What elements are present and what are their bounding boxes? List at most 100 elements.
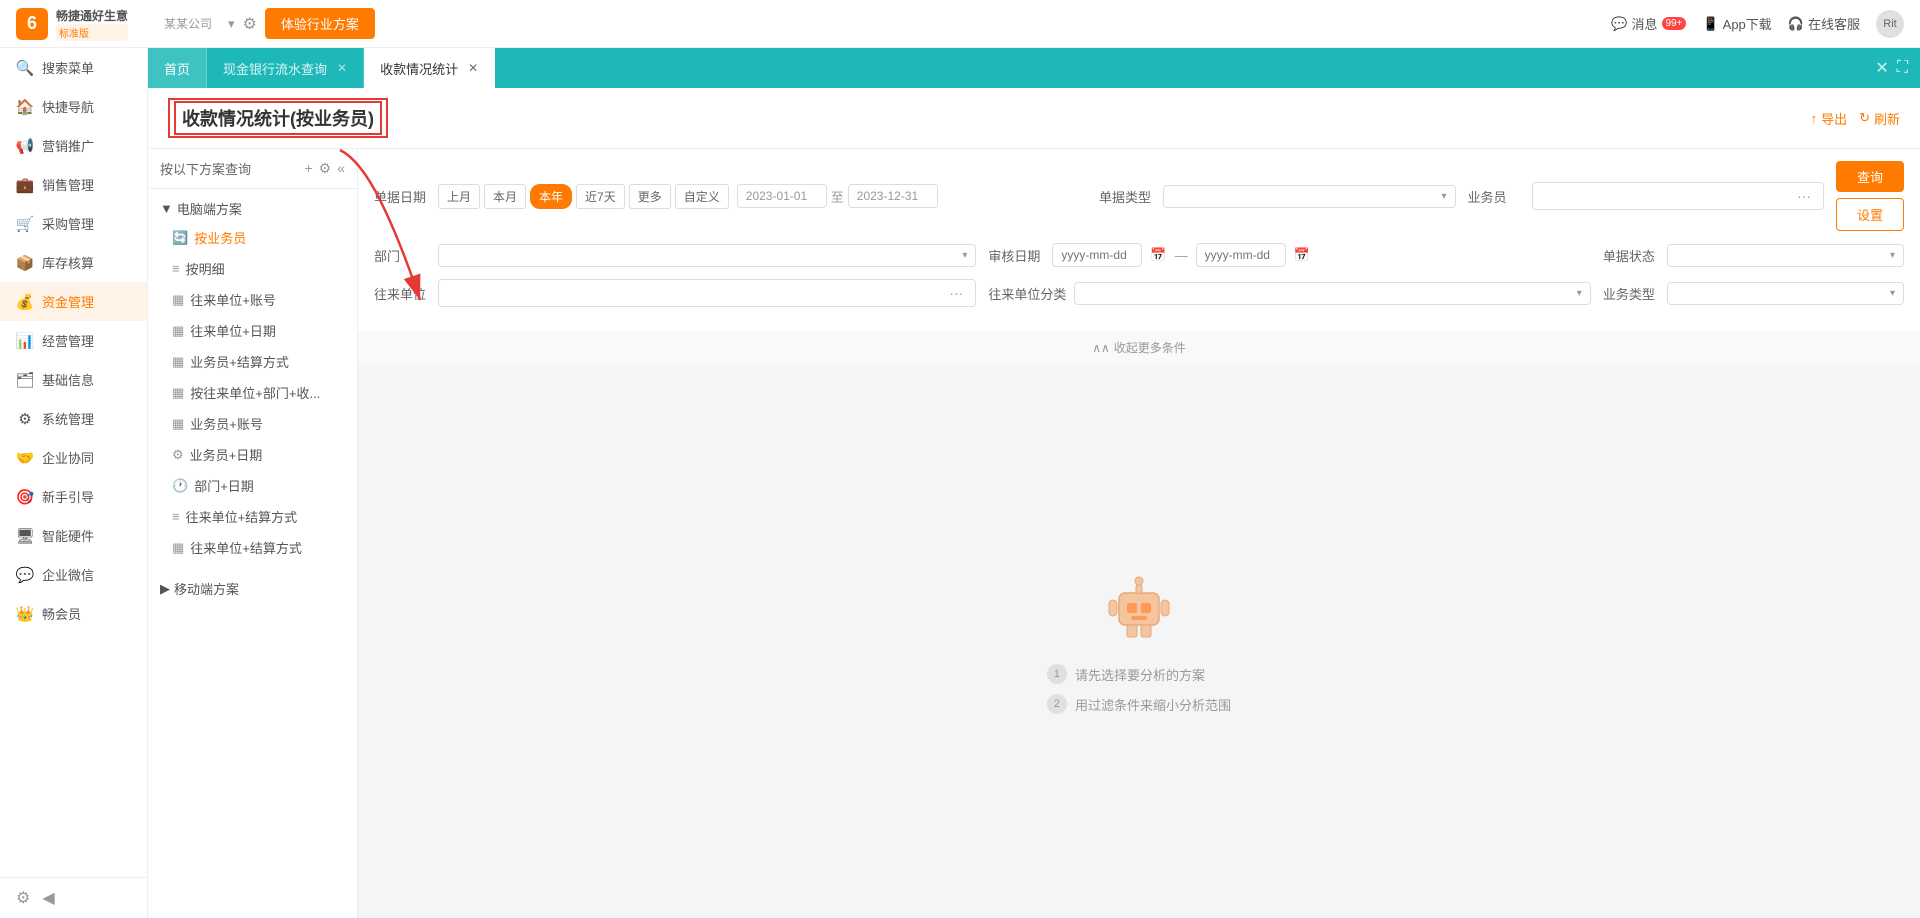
review-date-label: 审核日期 <box>988 246 1044 265</box>
user-avatar[interactable]: Rit <box>1876 10 1904 38</box>
empty-robot-icon <box>1099 568 1179 648</box>
maximize-window-btn[interactable]: ⛶ <box>1897 59 1908 77</box>
tab-cashflow[interactable]: 现金银行流水查询 ✕ <box>207 48 364 88</box>
scheme-group-desktop-title[interactable]: ▼ 电脑端方案 <box>148 195 357 222</box>
sidebar-item-member[interactable]: 👑 畅会员 <box>0 594 147 633</box>
tab-cashflow-close[interactable]: ✕ <box>337 61 347 75</box>
export-btn[interactable]: ↑ 导出 <box>1811 109 1848 128</box>
message-btn[interactable]: 💬 消息 99+ <box>1611 14 1686 33</box>
system-icon: ⚙ <box>16 410 34 428</box>
review-date-separator: — <box>1175 248 1188 263</box>
date-prev-month-btn[interactable]: 上月 <box>438 184 480 209</box>
scheme-item-partner-settle2[interactable]: ▦ 往来单位+结算方式 <box>148 532 357 563</box>
sidebar-item-guide[interactable]: 🎯 新手引导 <box>0 477 147 516</box>
scheme-item-label: 往来单位+账号 <box>190 290 276 309</box>
date-controls: 上月 本月 本年 近7天 更多 自定义 <box>438 184 729 209</box>
page-title-container: 收款情况统计(按业务员) <box>168 98 388 138</box>
doctype-select[interactable]: ▾ <box>1163 185 1456 208</box>
sidebar-item-inventory[interactable]: 📦 库存核算 <box>0 243 147 282</box>
sidebar-item-label: 经营管理 <box>42 331 94 350</box>
sidebar-item-sales[interactable]: 💼 销售管理 <box>0 165 147 204</box>
docstatus-select[interactable]: ▾ <box>1667 244 1904 267</box>
scheme-item-label: 业务员+日期 <box>190 445 263 464</box>
review-date-to[interactable] <box>1196 243 1286 267</box>
settings-query-btn[interactable]: 设置 <box>1836 198 1904 231</box>
date-custom-btn[interactable]: 自定义 <box>675 184 729 209</box>
dept-select[interactable]: ▾ <box>438 244 976 267</box>
scheme-item-detail[interactable]: ≡ 按明细 <box>148 253 357 284</box>
collapse-bar[interactable]: ∧∧ 收起更多条件 <box>358 331 1920 364</box>
sidebar-item-weixin[interactable]: 💬 企业微信 <box>0 555 147 594</box>
app-download-btn[interactable]: 📱 App下载 <box>1702 14 1771 33</box>
sidebar-item-label: 基础信息 <box>42 370 94 389</box>
close-window-btn[interactable]: ✕ <box>1875 58 1888 78</box>
header-breadcrumb: 某某公司 <box>164 15 212 32</box>
tab-home[interactable]: 首页 <box>148 48 207 88</box>
date-7days-btn[interactable]: 近7天 <box>576 184 625 209</box>
sidebar-collapse-btn[interactable]: ◀ <box>42 888 54 908</box>
sidebar-item-purchase[interactable]: 🛒 采购管理 <box>0 204 147 243</box>
scheme-item-salesperson-account[interactable]: ▦ 业务员+账号 <box>148 408 357 439</box>
marketing-icon: 📢 <box>16 137 34 155</box>
field-dept: 部门 ▾ <box>374 244 976 267</box>
trial-btn[interactable]: 体验行业方案 <box>265 8 375 39</box>
scheme-item-partner-dept[interactable]: ▦ 按往来单位+部门+收... <box>148 377 357 408</box>
sidebar-settings-btn[interactable]: ⚙ <box>16 888 30 908</box>
collapse-label: 收起更多条件 <box>1114 339 1186 356</box>
sidebar-item-hardware[interactable]: 🖥 智能硬件 <box>0 516 147 555</box>
date-cur-month-btn[interactable]: 本月 <box>484 184 526 209</box>
date-more-btn[interactable]: 更多 <box>629 184 671 209</box>
header-dropdown-icon[interactable]: ▾ <box>228 16 235 32</box>
scheme-add-btn[interactable]: + <box>304 160 312 177</box>
sidebar-item-system[interactable]: ⚙ 系统管理 <box>0 399 147 438</box>
scheme-item-label: 往来单位+结算方式 <box>190 538 302 557</box>
tab-receipt[interactable]: 收款情况统计 ✕ <box>364 48 495 88</box>
docstatus-label: 单据状态 <box>1603 246 1659 265</box>
sidebar-item-quicknav[interactable]: 🏠 快捷导航 <box>0 87 147 126</box>
sidebar-item-collab[interactable]: 🤝 企业协同 <box>0 438 147 477</box>
sidebar-item-basics[interactable]: 🗂 基础信息 <box>0 360 147 399</box>
scheme-item-partner-settle1[interactable]: ≡ 往来单位+结算方式 <box>148 501 357 532</box>
scheme-item-salesperson-settle[interactable]: ▦ 业务员+结算方式 <box>148 346 357 377</box>
sidebar-item-search[interactable]: 🔍 搜索菜单 <box>0 48 147 87</box>
header-settings-icon[interactable]: ⚙ <box>243 14 257 34</box>
scheme-item-salesperson[interactable]: 🔄 按业务员 <box>148 222 357 253</box>
online-service-btn[interactable]: 🎧 在线客服 <box>1788 14 1860 33</box>
scheme-group-mobile-title[interactable]: ▶ 移动端方案 <box>148 575 357 602</box>
counterparty-input[interactable]: ··· <box>438 279 976 307</box>
review-date-from[interactable] <box>1052 243 1142 267</box>
user-initial: Rit <box>1883 18 1896 30</box>
counterparty-more-btn[interactable]: ··· <box>945 285 967 301</box>
sidebar-item-operations[interactable]: 📊 经营管理 <box>0 321 147 360</box>
field-counterparty-cat: 往来单位分类 ▾ <box>988 282 1590 305</box>
date-cur-year-btn[interactable]: 本年 <box>530 184 572 209</box>
scheme-item-label: 往来单位+日期 <box>190 321 276 340</box>
collapse-icon: ∧∧ <box>1092 341 1110 355</box>
scheme-item-dept-date[interactable]: 🕐 部门+日期 <box>148 470 357 501</box>
partner-date-icon: ▦ <box>172 323 184 339</box>
app-download-label: App下载 <box>1723 14 1772 33</box>
biztype-select[interactable]: ▾ <box>1667 282 1904 305</box>
salesperson-more-btn[interactable]: ··· <box>1793 188 1815 204</box>
refresh-btn[interactable]: ↻ 刷新 <box>1859 109 1900 128</box>
group-label: 电脑端方案 <box>177 199 242 218</box>
query-btn[interactable]: 查询 <box>1836 161 1904 192</box>
scheme-header-btns: + ⚙ « <box>304 160 345 177</box>
scheme-item-partner-date[interactable]: ▦ 往来单位+日期 <box>148 315 357 346</box>
scheme-item-label: 按明细 <box>186 259 225 278</box>
scheme-item-partner-account[interactable]: ▦ 往来单位+账号 <box>148 284 357 315</box>
date-from-input[interactable] <box>737 184 827 208</box>
group-arrow-icon: ▼ <box>160 201 173 216</box>
tab-receipt-close[interactable]: ✕ <box>468 61 478 75</box>
sidebar-item-label: 系统管理 <box>42 409 94 428</box>
scheme-item-salesperson-date[interactable]: ⚙ 业务员+日期 <box>148 439 357 470</box>
sidebar-item-marketing[interactable]: 📢 营销推广 <box>0 126 147 165</box>
counterparty-cat-select[interactable]: ▾ <box>1074 282 1590 305</box>
salesperson-select[interactable]: ··· <box>1532 182 1825 210</box>
right-panel: 单据日期 上月 本月 本年 近7天 更多 自定义 至 <box>358 149 1920 918</box>
scheme-collapse-btn[interactable]: « <box>337 160 345 177</box>
sidebar-item-finance[interactable]: 💰 资金管理 <box>0 282 147 321</box>
scheme-settings-btn[interactable]: ⚙ <box>319 160 332 177</box>
sidebar-item-label: 新手引导 <box>42 487 94 506</box>
date-to-input[interactable] <box>848 184 938 208</box>
